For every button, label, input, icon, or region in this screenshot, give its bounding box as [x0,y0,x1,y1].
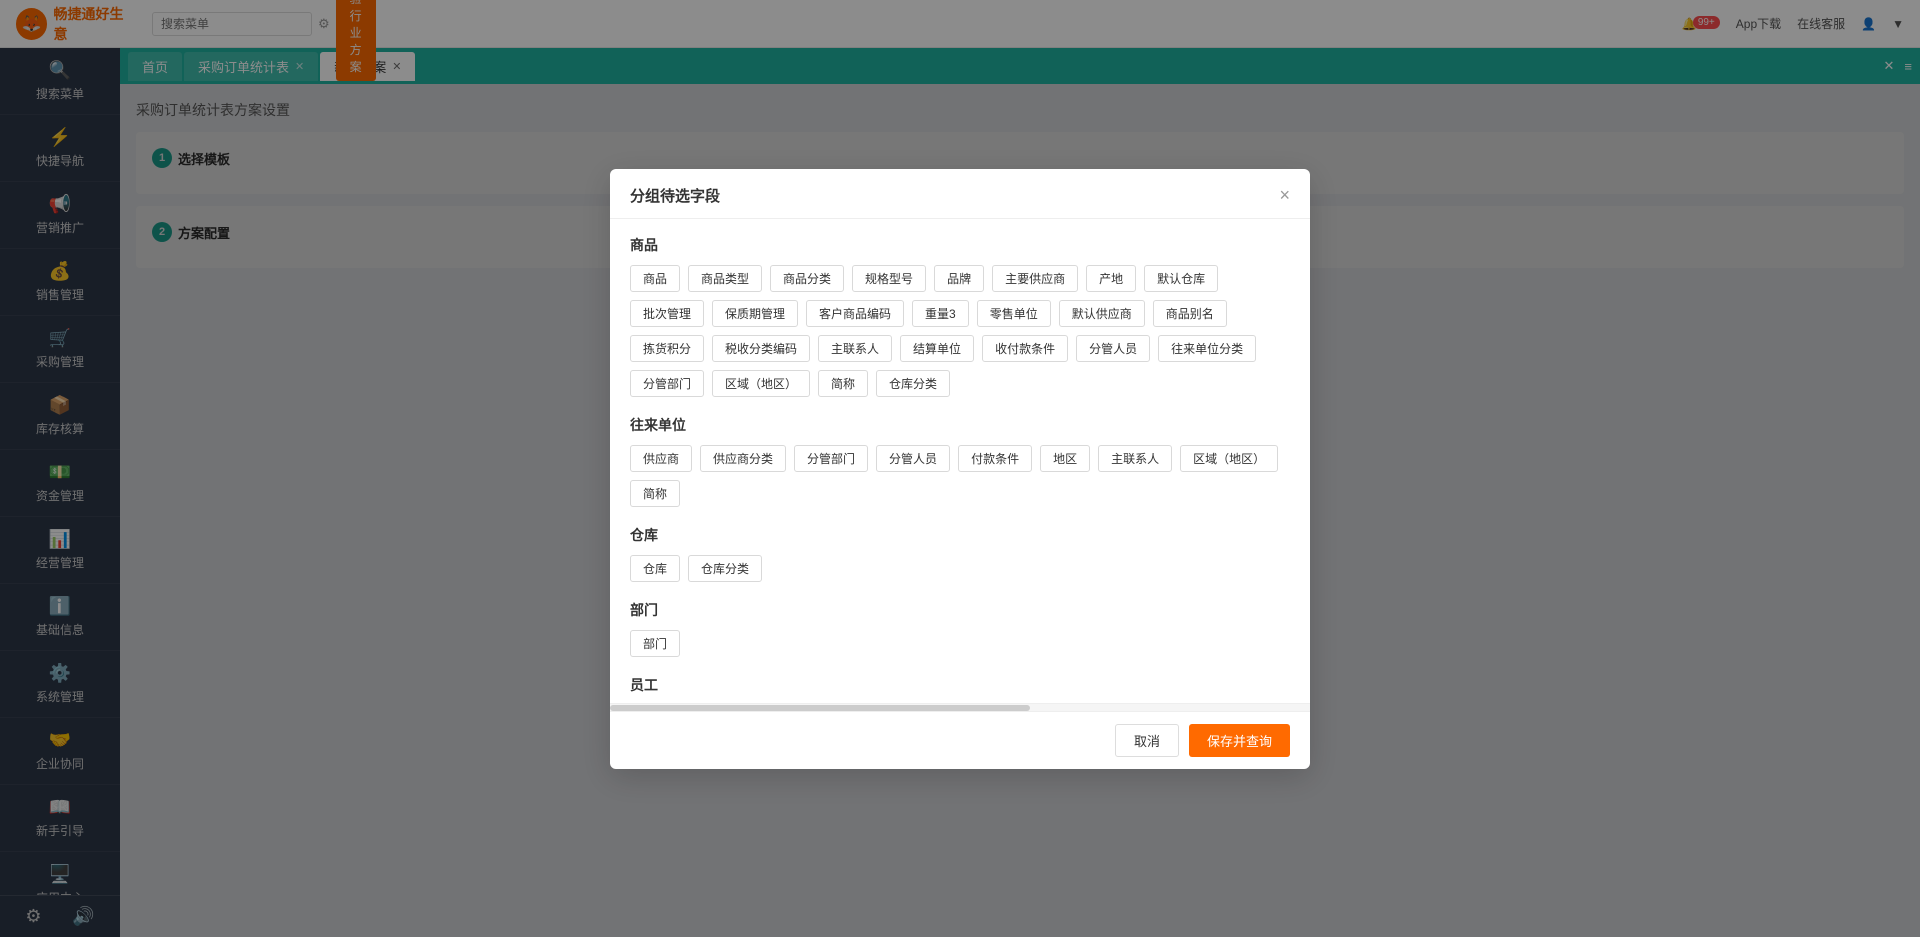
confirm-button[interactable]: 保存并查询 [1189,724,1290,757]
field-section: 商品商品商品类型商品分类规格型号品牌主要供应商产地默认仓库批次管理保质期管理客户… [630,235,1290,397]
field-section-title: 员工 [630,675,1290,695]
field-select-modal: 分组待选字段 × 商品商品商品类型商品分类规格型号品牌主要供应商产地默认仓库批次… [610,169,1310,769]
field-tag[interactable]: 规格型号 [852,265,926,292]
field-tag[interactable]: 主联系人 [1098,445,1172,472]
modal-horizontal-scrollbar[interactable] [610,703,1310,711]
field-tag[interactable]: 重量3 [912,300,969,327]
field-section: 仓库仓库仓库分类 [630,525,1290,582]
field-tag[interactable]: 产地 [1086,265,1136,292]
field-tags: 商品商品类型商品分类规格型号品牌主要供应商产地默认仓库批次管理保质期管理客户商品… [630,265,1290,397]
cancel-button[interactable]: 取消 [1115,724,1179,757]
field-section-title: 部门 [630,600,1290,620]
field-tag[interactable]: 收付款条件 [982,335,1068,362]
modal-footer: 取消 保存并查询 [610,711,1310,769]
field-tag[interactable]: 仓库分类 [876,370,950,397]
field-tag[interactable]: 部门 [630,630,680,657]
field-tags: 供应商供应商分类分管部门分管人员付款条件地区主联系人区域（地区） 简称 [630,445,1290,507]
field-tag[interactable]: 供应商 [630,445,692,472]
field-section: 部门部门 [630,600,1290,657]
field-tag[interactable]: 品牌 [934,265,984,292]
field-tag[interactable]: 付款条件 [958,445,1032,472]
field-tag[interactable]: 商品别名 [1153,300,1227,327]
field-tag[interactable]: 主要供应商 [992,265,1078,292]
field-tag[interactable]: 默认供应商 [1059,300,1145,327]
field-tag[interactable]: 仓库分类 [688,555,762,582]
field-tag[interactable]: 批次管理 [630,300,704,327]
field-tag[interactable]: 商品类型 [688,265,762,292]
field-tag[interactable]: 分管部门 [794,445,868,472]
modal-hscroll-thumb [610,705,1030,711]
field-section: 往来单位供应商供应商分类分管部门分管人员付款条件地区主联系人区域（地区） 简称 [630,415,1290,507]
field-tag[interactable]: 税收分类编码 [712,335,810,362]
field-tags: 仓库仓库分类 [630,555,1290,582]
field-tag[interactable]: 分管人员 [876,445,950,472]
field-section: 员工业务员 [630,675,1290,703]
modal-title: 分组待选字段 [630,185,720,206]
field-tag[interactable]: 区域（地区） [1180,445,1278,472]
modal-overlay: 分组待选字段 × 商品商品商品类型商品分类规格型号品牌主要供应商产地默认仓库批次… [0,0,1920,937]
field-tag[interactable]: 保质期管理 [712,300,798,327]
field-section-title: 往来单位 [630,415,1290,435]
field-tag[interactable]: 供应商分类 [700,445,786,472]
modal-close-button[interactable]: × [1279,186,1290,204]
modal-header: 分组待选字段 × [610,169,1310,219]
modal-body: 商品商品商品类型商品分类规格型号品牌主要供应商产地默认仓库批次管理保质期管理客户… [610,219,1310,703]
field-tag[interactable]: 拣货积分 [630,335,704,362]
field-tag[interactable]: 主联系人 [818,335,892,362]
field-tag[interactable]: 商品分类 [770,265,844,292]
field-tag[interactable]: 分管人员 [1076,335,1150,362]
field-tag[interactable]: 默认仓库 [1144,265,1218,292]
field-section-title: 仓库 [630,525,1290,545]
field-tag[interactable]: 商品 [630,265,680,292]
field-tag[interactable]: 结算单位 [900,335,974,362]
field-tag[interactable]: 简称 [630,480,680,507]
field-tag[interactable]: 客户商品编码 [806,300,904,327]
field-tag[interactable]: 零售单位 [977,300,1051,327]
field-tag[interactable]: 分管部门 [630,370,704,397]
field-tag[interactable]: 仓库 [630,555,680,582]
field-tag[interactable]: 简称 [818,370,868,397]
field-tag[interactable]: 往来单位分类 [1158,335,1256,362]
field-tag[interactable]: 地区 [1040,445,1090,472]
field-section-title: 商品 [630,235,1290,255]
field-tag[interactable]: 区域（地区） [712,370,810,397]
field-tags: 部门 [630,630,1290,657]
